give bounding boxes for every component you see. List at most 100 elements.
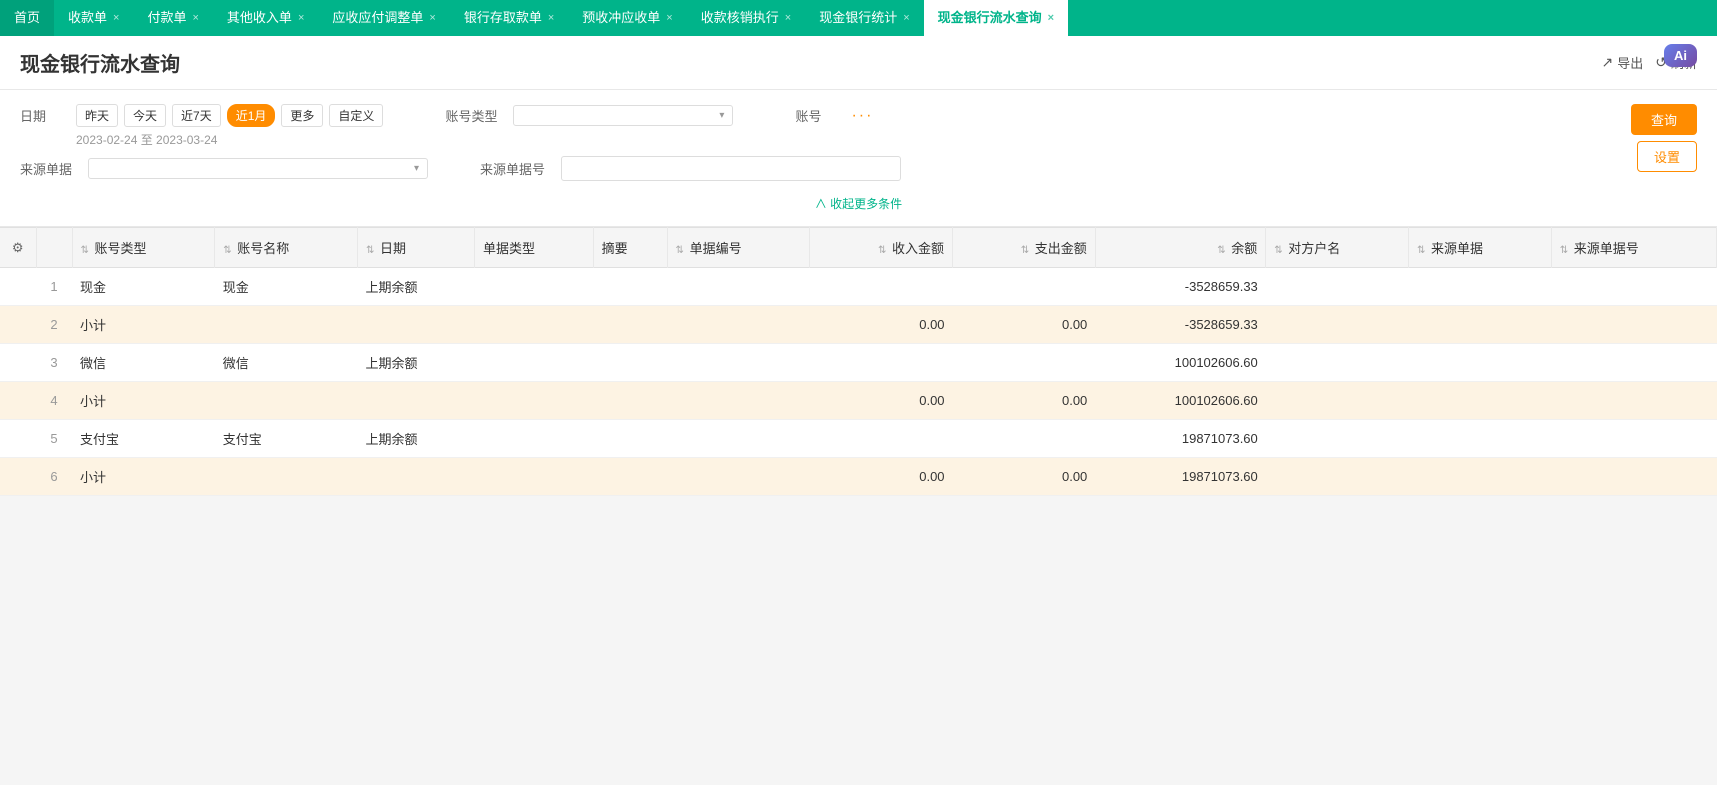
close-icon[interactable]: × [548,0,554,36]
col-source-doc[interactable]: ⇅ 来源单据 [1409,228,1552,268]
doc-type-cell [474,344,593,382]
col-summary: 摘要 [593,228,667,268]
summary-cell [593,268,667,306]
date-cell [358,458,475,496]
account-type-cell: 小计 [72,382,215,420]
date-range-display: 2023-02-24 至 2023-03-24 [76,133,217,147]
account-type-select[interactable]: ▾ [513,105,733,126]
col-date[interactable]: ⇅ 日期 [358,228,475,268]
counterpart-cell [1266,458,1409,496]
row-num-cell: 3 [36,344,72,382]
close-icon[interactable]: × [113,0,119,36]
close-icon[interactable]: × [903,0,909,36]
col-account-type[interactable]: ⇅ 账号类型 [72,228,215,268]
close-icon[interactable]: × [429,0,435,36]
counterpart-cell [1266,344,1409,382]
col-balance[interactable]: ⇅ 余额 [1095,228,1265,268]
summary-cell [593,458,667,496]
doc-no-cell [667,306,810,344]
sort-icon: ⇅ [1560,245,1568,256]
nav-liushuichaxun[interactable]: 现金银行流水查询 × [924,0,1068,36]
nav-xianjinyinhang[interactable]: 现金银行统计 × [805,0,923,36]
table-row[interactable]: 3微信微信上期余额100102606.60 [0,344,1717,382]
table-row[interactable]: 4小计0.000.00100102606.60 [0,382,1717,420]
account-name-cell [215,306,358,344]
source-doc-no-cell [1551,344,1716,382]
doc-no-cell [667,458,810,496]
summary-cell [593,344,667,382]
source-doc-cell [1409,458,1552,496]
source-doc-select[interactable]: ▾ [88,158,428,179]
close-icon[interactable]: × [192,0,198,36]
query-button[interactable]: 查询 [1631,104,1697,135]
expense-cell: 0.00 [953,382,1096,420]
source-doc-no-input[interactable] [561,156,901,181]
summary-cell [593,382,667,420]
doc-type-cell [474,420,593,458]
doc-no-cell [667,420,810,458]
table-container: ⚙ ⇅ 账号类型 ⇅ 账号名称 ⇅ 日期 单据类型 [0,227,1717,496]
col-expense[interactable]: ⇅ 支出金额 [953,228,1096,268]
date-custom[interactable]: 自定义 [329,104,383,127]
source-doc-no-cell [1551,268,1716,306]
income-cell [810,344,953,382]
account-name-cell [215,458,358,496]
date-7days[interactable]: 近7天 [172,104,221,127]
date-today[interactable]: 今天 [124,104,166,127]
date-cell: 上期余额 [358,420,475,458]
table-row[interactable]: 2小计0.000.00-3528659.33 [0,306,1717,344]
col-doc-no[interactable]: ⇅ 单据编号 [667,228,810,268]
source-doc-cell [1409,420,1552,458]
nav-fukuan[interactable]: 付款单 × [133,0,212,36]
table-row[interactable]: 5支付宝支付宝上期余额19871073.60 [0,420,1717,458]
account-ellipsis-button[interactable]: ··· [851,107,873,125]
collapse-conditions-bar[interactable]: ∧ 收起更多条件 [20,191,1697,212]
sort-icon: ⇅ [1417,245,1425,256]
table-row[interactable]: 1现金现金上期余额-3528659.33 [0,268,1717,306]
income-cell [810,420,953,458]
nav-yinhangcunqu[interactable]: 银行存取款单 × [450,0,568,36]
date-1month[interactable]: 近1月 [227,104,276,127]
row-settings-cell [0,458,36,496]
row-num-cell: 5 [36,420,72,458]
settings-button[interactable]: 设置 [1637,141,1697,172]
nav-shoukuan[interactable]: 收款单 × [54,0,133,36]
nav-qitashouru[interactable]: 其他收入单 × [213,0,318,36]
counterpart-cell [1266,268,1409,306]
close-icon[interactable]: × [1048,0,1054,36]
nav-home[interactable]: 首页 [0,0,54,36]
ai-badge[interactable]: Ai [1664,44,1697,67]
page-header: 现金银行流水查询 ↗ 导出 ↺ 刷新 Ai [0,36,1717,90]
date-more[interactable]: 更多 [281,104,323,127]
nav-shoukuanhexiao[interactable]: 收款核销执行 × [687,0,805,36]
close-icon[interactable]: × [298,0,304,36]
nav-yingshoupayment[interactable]: 应收应付调整单 × [318,0,449,36]
row-settings-cell [0,306,36,344]
account-type-label: 账号类型 [445,106,497,125]
nav-yushouyincash[interactable]: 预收冲应收单 × [568,0,686,36]
table-row[interactable]: 6小计0.000.0019871073.60 [0,458,1717,496]
source-doc-no-cell [1551,306,1716,344]
account-name-cell: 支付宝 [215,420,358,458]
col-source-doc-no[interactable]: ⇅ 来源单据号 [1551,228,1716,268]
gear-icon[interactable]: ⚙ [12,240,24,255]
sort-icon: ⇅ [81,245,89,256]
filter-row-date: 日期 昨天 今天 近7天 近1月 更多 自定义 账号类型 ▾ [20,104,1611,127]
export-button[interactable]: ↗ 导出 [1602,53,1644,72]
balance-cell: 19871073.60 [1095,420,1265,458]
doc-type-cell [474,268,593,306]
date-yesterday[interactable]: 昨天 [76,104,118,127]
balance-cell: -3528659.33 [1095,306,1265,344]
doc-no-cell [667,382,810,420]
col-counterpart[interactable]: ⇅ 对方户名 [1266,228,1409,268]
date-cell [358,382,475,420]
col-income[interactable]: ⇅ 收入金额 [810,228,953,268]
col-account-name[interactable]: ⇅ 账号名称 [215,228,358,268]
row-settings-cell [0,344,36,382]
source-doc-cell [1409,344,1552,382]
expense-cell [953,420,1096,458]
close-icon[interactable]: × [785,0,791,36]
close-icon[interactable]: × [666,0,672,36]
income-cell: 0.00 [810,382,953,420]
row-settings-cell [0,382,36,420]
